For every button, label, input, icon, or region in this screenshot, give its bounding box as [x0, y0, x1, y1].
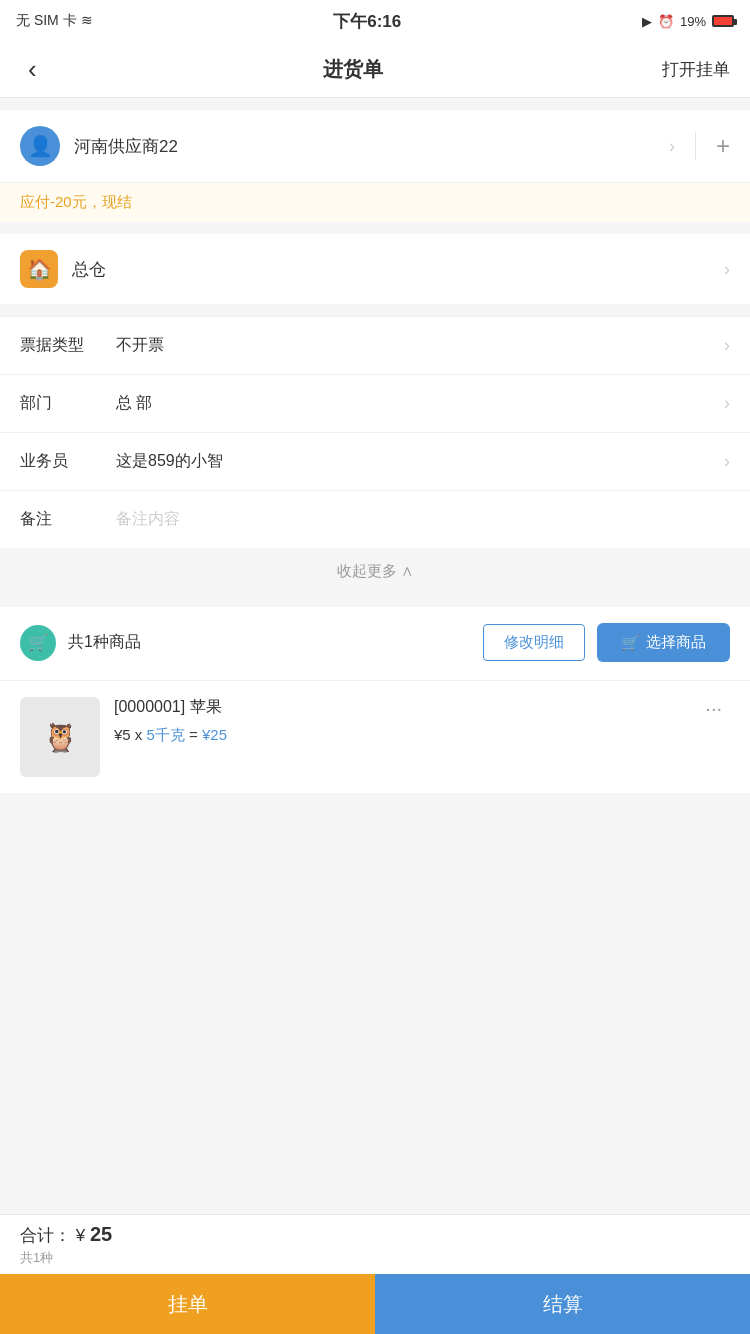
page-title: 进货单 — [323, 56, 383, 83]
product-thumbnail: 🦉 — [20, 697, 100, 777]
back-button[interactable]: ‹ — [20, 46, 45, 93]
summary-amount: 25 — [90, 1223, 112, 1245]
battery-icon — [712, 15, 734, 27]
summary-currency: ¥ — [76, 1226, 85, 1245]
alarm-icon: ⏰ — [658, 14, 674, 29]
total-price: ¥25 — [202, 726, 227, 743]
salesperson-row[interactable]: 业务员 这是859的小智 › — [0, 432, 750, 490]
bottom-spacer — [0, 793, 750, 913]
summary-total: 合计： ¥ 25 — [20, 1223, 730, 1247]
product-name: [0000001] 苹果 — [114, 697, 697, 718]
payment-notice: 应付-20元，现结 — [0, 183, 750, 222]
product-code: [0000001] — [114, 698, 185, 715]
product-info: [0000001] 苹果 ¥5 x 5千克 = ¥25 — [114, 697, 697, 745]
product-price: ¥5 x 5千克 = ¥25 — [114, 726, 697, 745]
supplier-avatar: 👤 — [20, 126, 60, 166]
supplier-chevron-icon: › — [669, 136, 675, 157]
settle-button[interactable]: 结算 — [375, 1274, 750, 1334]
house-icon: 🏠 — [27, 257, 52, 281]
remark-input[interactable]: 备注内容 — [116, 509, 730, 530]
multiply-sign: x — [135, 726, 147, 743]
invoice-type-row[interactable]: 票据类型 不开票 › — [0, 316, 750, 374]
dept-chevron-icon: › — [724, 393, 730, 414]
section-gap-2 — [0, 222, 750, 234]
section-gap-1 — [0, 98, 750, 110]
equals-sign: = — [189, 726, 202, 743]
dept-row[interactable]: 部门 总 部 › — [0, 374, 750, 432]
product-title: 苹果 — [190, 698, 222, 715]
sales-chevron-icon: › — [724, 451, 730, 472]
warehouse-row[interactable]: 🏠 总仓 › — [0, 234, 750, 304]
section-gap-4 — [0, 595, 750, 607]
product-count: 共1种商品 — [68, 632, 483, 653]
product-owl-icon: 🦉 — [43, 721, 78, 754]
action-bar: 挂单 结算 — [0, 1274, 750, 1334]
select-product-icon: 🛒 — [621, 634, 640, 652]
dept-label: 部门 — [20, 393, 100, 414]
supplier-name: 河南供应商22 — [74, 135, 669, 158]
status-right: ▶ ⏰ 19% — [642, 14, 734, 29]
remark-label: 备注 — [20, 509, 100, 530]
warehouse-section: 🏠 总仓 › — [0, 234, 750, 304]
location-icon: ▶ — [642, 14, 652, 29]
nav-bar: ‹ 进货单 打开挂单 — [0, 42, 750, 98]
price-unit: ¥5 — [114, 726, 131, 743]
product-header: 🛒 共1种商品 修改明细 🛒 选择商品 — [0, 607, 750, 678]
supplier-section: 👤 河南供应商22 › + 应付-20元，现结 — [0, 110, 750, 222]
form-section: 票据类型 不开票 › 部门 总 部 › 业务员 这是859的小智 › 备注 备注… — [0, 316, 750, 548]
product-section: 🛒 共1种商品 修改明细 🛒 选择商品 🦉 [0000001] 苹果 ¥5 x … — [0, 607, 750, 793]
sales-value: 这是859的小智 — [116, 451, 724, 472]
status-time: 下午6:16 — [333, 10, 401, 33]
invoice-value: 不开票 — [116, 335, 724, 356]
remark-row[interactable]: 备注 备注内容 — [0, 490, 750, 548]
quantity: 5千克 — [147, 726, 185, 743]
edit-detail-button[interactable]: 修改明细 — [483, 624, 585, 661]
section-gap-3 — [0, 304, 750, 316]
hang-order-button[interactable]: 挂单 — [0, 1274, 375, 1334]
bottom-area: 合计： ¥ 25 共1种 挂单 结算 — [0, 1214, 750, 1334]
open-hang-button[interactable]: 打开挂单 — [662, 58, 730, 81]
summary-bar: 合计： ¥ 25 共1种 — [0, 1214, 750, 1274]
product-more-button[interactable]: ··· — [697, 697, 730, 720]
select-product-label: 选择商品 — [646, 633, 706, 652]
select-product-button[interactable]: 🛒 选择商品 — [597, 623, 730, 662]
avatar-icon: 👤 — [28, 134, 53, 158]
summary-count: 共1种 — [20, 1249, 730, 1267]
battery-text: 19% — [680, 14, 706, 29]
product-item: 🦉 [0000001] 苹果 ¥5 x 5千克 = ¥25 ··· — [0, 680, 750, 793]
sales-label: 业务员 — [20, 451, 100, 472]
dept-value: 总 部 — [116, 393, 724, 414]
supplier-row[interactable]: 👤 河南供应商22 › + — [0, 110, 750, 183]
collapse-bar[interactable]: 收起更多 ∧ — [0, 548, 750, 595]
warehouse-chevron-icon: › — [724, 259, 730, 280]
summary-label: 合计： — [20, 1226, 71, 1245]
invoice-chevron-icon: › — [724, 335, 730, 356]
product-cart-icon: 🛒 — [20, 625, 56, 661]
status-bar: 无 SIM 卡 ≋ 下午6:16 ▶ ⏰ 19% — [0, 0, 750, 42]
invoice-label: 票据类型 — [20, 335, 100, 356]
warehouse-icon: 🏠 — [20, 250, 58, 288]
cart-icon: 🛒 — [28, 633, 48, 652]
warehouse-name: 总仓 — [72, 258, 724, 281]
status-left: 无 SIM 卡 ≋ — [16, 12, 93, 30]
add-supplier-button[interactable]: + — [695, 132, 730, 160]
